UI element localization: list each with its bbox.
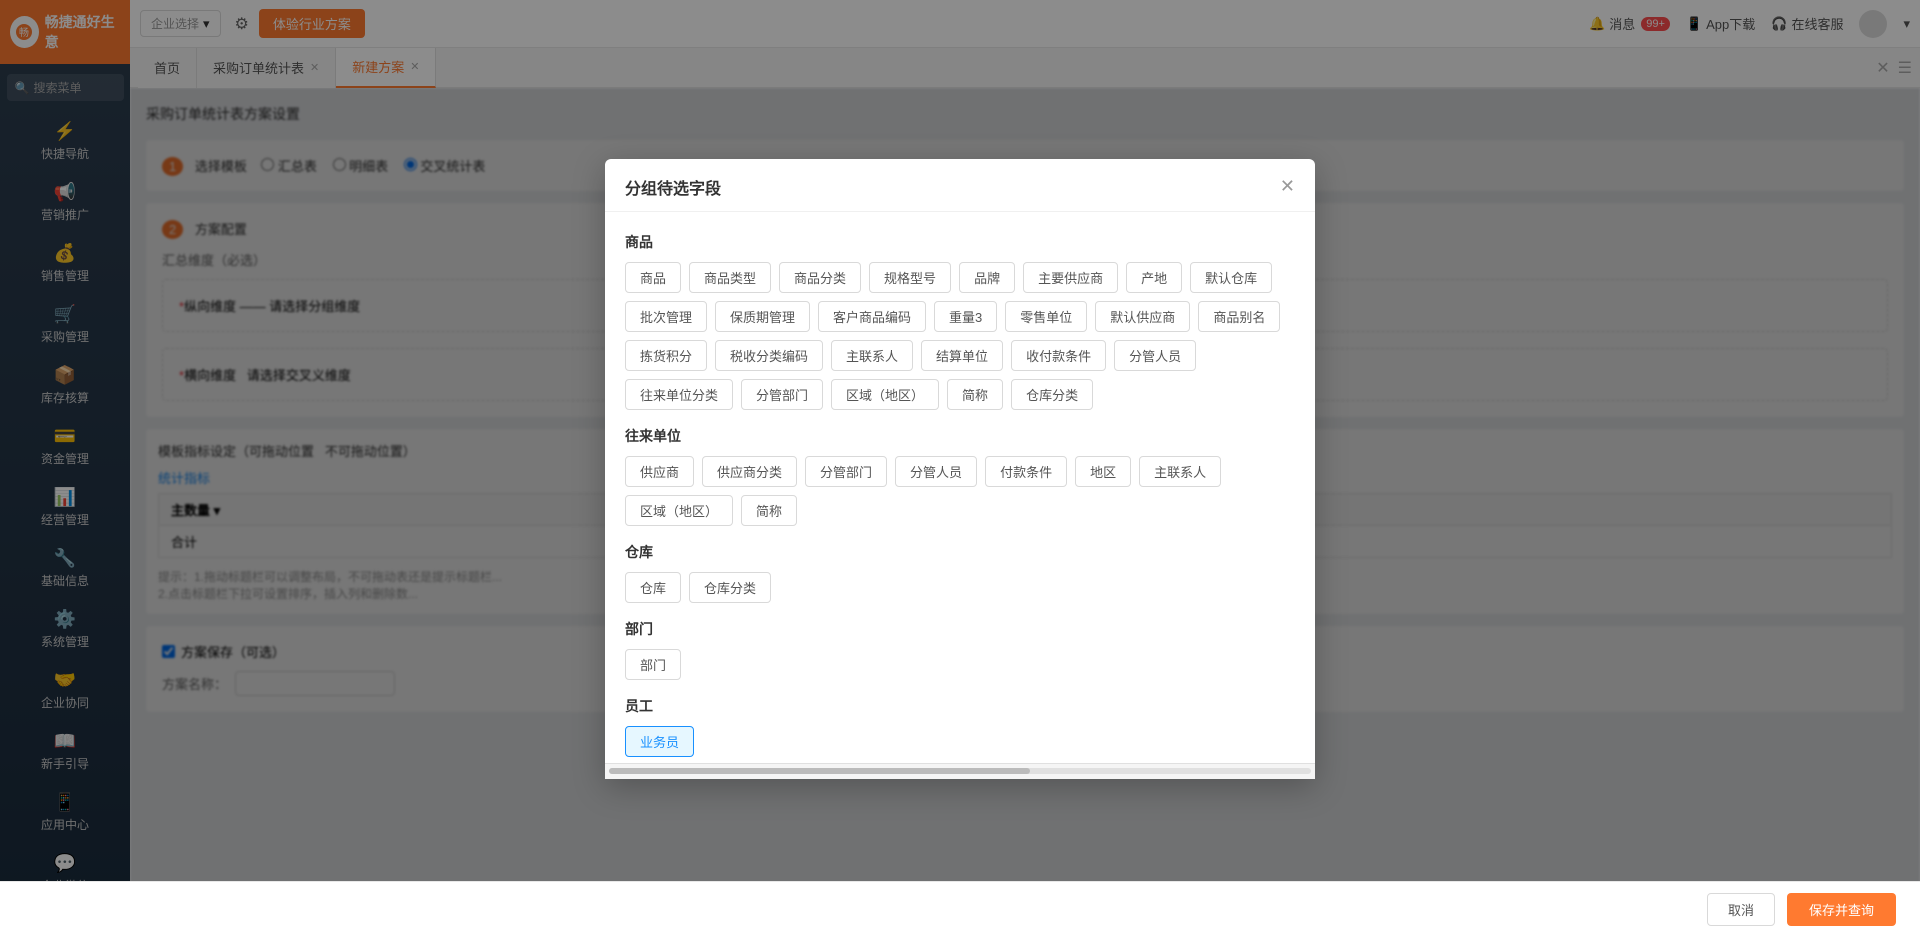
modal-hscrollbar[interactable] [605,763,1315,779]
modal-close-icon[interactable]: ✕ [1280,176,1295,197]
section-title-dept: 部门 [625,619,1295,639]
field-group-partner: 供应商供应商分类分管部门分管人员付款条件地区主联系人区域（地区） 简称 [625,456,1295,526]
field-group-goods: 商品商品类型商品分类规格型号品牌主要供应商产地默认仓库批次管理保质期管理客户商品… [625,262,1295,410]
field-tag-dept-mgmt[interactable]: 分管部门 [741,379,823,410]
field-tag-wh[interactable]: 仓库 [625,572,681,603]
field-tag-goods-alias[interactable]: 商品别名 [1198,301,1280,332]
bottom-bar: 取消 保存并查询 [0,881,1920,937]
modal: 分组待选字段 ✕ 商品商品商品类型商品分类规格型号品牌主要供应商产地默认仓库批次… [605,159,1315,779]
field-tag-batch-mgmt[interactable]: 批次管理 [625,301,707,332]
field-tag-goods[interactable]: 商品 [625,262,681,293]
field-tag-region-area2[interactable]: 区域（地区） [625,495,733,526]
field-tag-origin[interactable]: 产地 [1126,262,1182,293]
field-tag-warehouse-category[interactable]: 仓库分类 [1011,379,1093,410]
field-tag-brand[interactable]: 品牌 [959,262,1015,293]
field-tag-main-contact[interactable]: 主联系人 [831,340,913,371]
field-tag-supplier-category[interactable]: 供应商分类 [702,456,797,487]
field-tag-main-supplier[interactable]: 主要供应商 [1023,262,1118,293]
field-tag-goods-type[interactable]: 商品类型 [689,262,771,293]
field-tag-payment-terms[interactable]: 收付款条件 [1011,340,1106,371]
modal-header: 分组待选字段 ✕ [605,159,1315,212]
field-tag-from-unit-category[interactable]: 往来单位分类 [625,379,733,410]
section-title-partner: 往来单位 [625,426,1295,446]
field-group-staff: 业务员 [625,726,1295,757]
modal-title: 分组待选字段 [625,175,721,199]
field-tag-salesperson[interactable]: 业务员 [625,726,694,757]
hscroll-thumb [609,768,1030,774]
field-tag-spec-type[interactable]: 规格型号 [869,262,951,293]
field-tag-default-supplier[interactable]: 默认供应商 [1095,301,1190,332]
section-title-staff: 员工 [625,696,1295,716]
field-tag-wh-category[interactable]: 仓库分类 [689,572,771,603]
field-tag-settlement-unit[interactable]: 结算单位 [921,340,1003,371]
field-tag-dept2[interactable]: 分管部门 [805,456,887,487]
hscroll-track [609,768,1311,774]
field-tag-main-contact2[interactable]: 主联系人 [1139,456,1221,487]
field-tag-region-area[interactable]: 区域（地区） [831,379,939,410]
field-tag-weight3[interactable]: 重量3 [934,301,997,332]
field-tag-shelf-life-mgmt[interactable]: 保质期管理 [715,301,810,332]
field-tag-supplier[interactable]: 供应商 [625,456,694,487]
section-title-goods: 商品 [625,232,1295,252]
field-tag-customer-code[interactable]: 客户商品编码 [818,301,926,332]
field-tag-short-name[interactable]: 简称 [947,379,1003,410]
field-group-dept: 部门 [625,649,1295,680]
field-tag-dept3[interactable]: 部门 [625,649,681,680]
field-tag-manager2[interactable]: 分管人员 [895,456,977,487]
modal-body: 商品商品商品类型商品分类规格型号品牌主要供应商产地默认仓库批次管理保质期管理客户… [605,212,1315,763]
field-tag-retail-unit[interactable]: 零售单位 [1005,301,1087,332]
field-tag-default-warehouse[interactable]: 默认仓库 [1190,262,1272,293]
field-tag-manager[interactable]: 分管人员 [1114,340,1196,371]
save-button[interactable]: 保存并查询 [1787,893,1896,926]
field-tag-goods-category[interactable]: 商品分类 [779,262,861,293]
field-tag-region2[interactable]: 地区 [1075,456,1131,487]
field-tag-short-name2[interactable]: 简称 [741,495,797,526]
field-tag-tax-code[interactable]: 税收分类编码 [715,340,823,371]
field-tag-payment-cond[interactable]: 付款条件 [985,456,1067,487]
field-group-warehouse: 仓库仓库分类 [625,572,1295,603]
cancel-button[interactable]: 取消 [1707,893,1775,926]
section-title-warehouse: 仓库 [625,542,1295,562]
field-tag-pick-points[interactable]: 拣货积分 [625,340,707,371]
